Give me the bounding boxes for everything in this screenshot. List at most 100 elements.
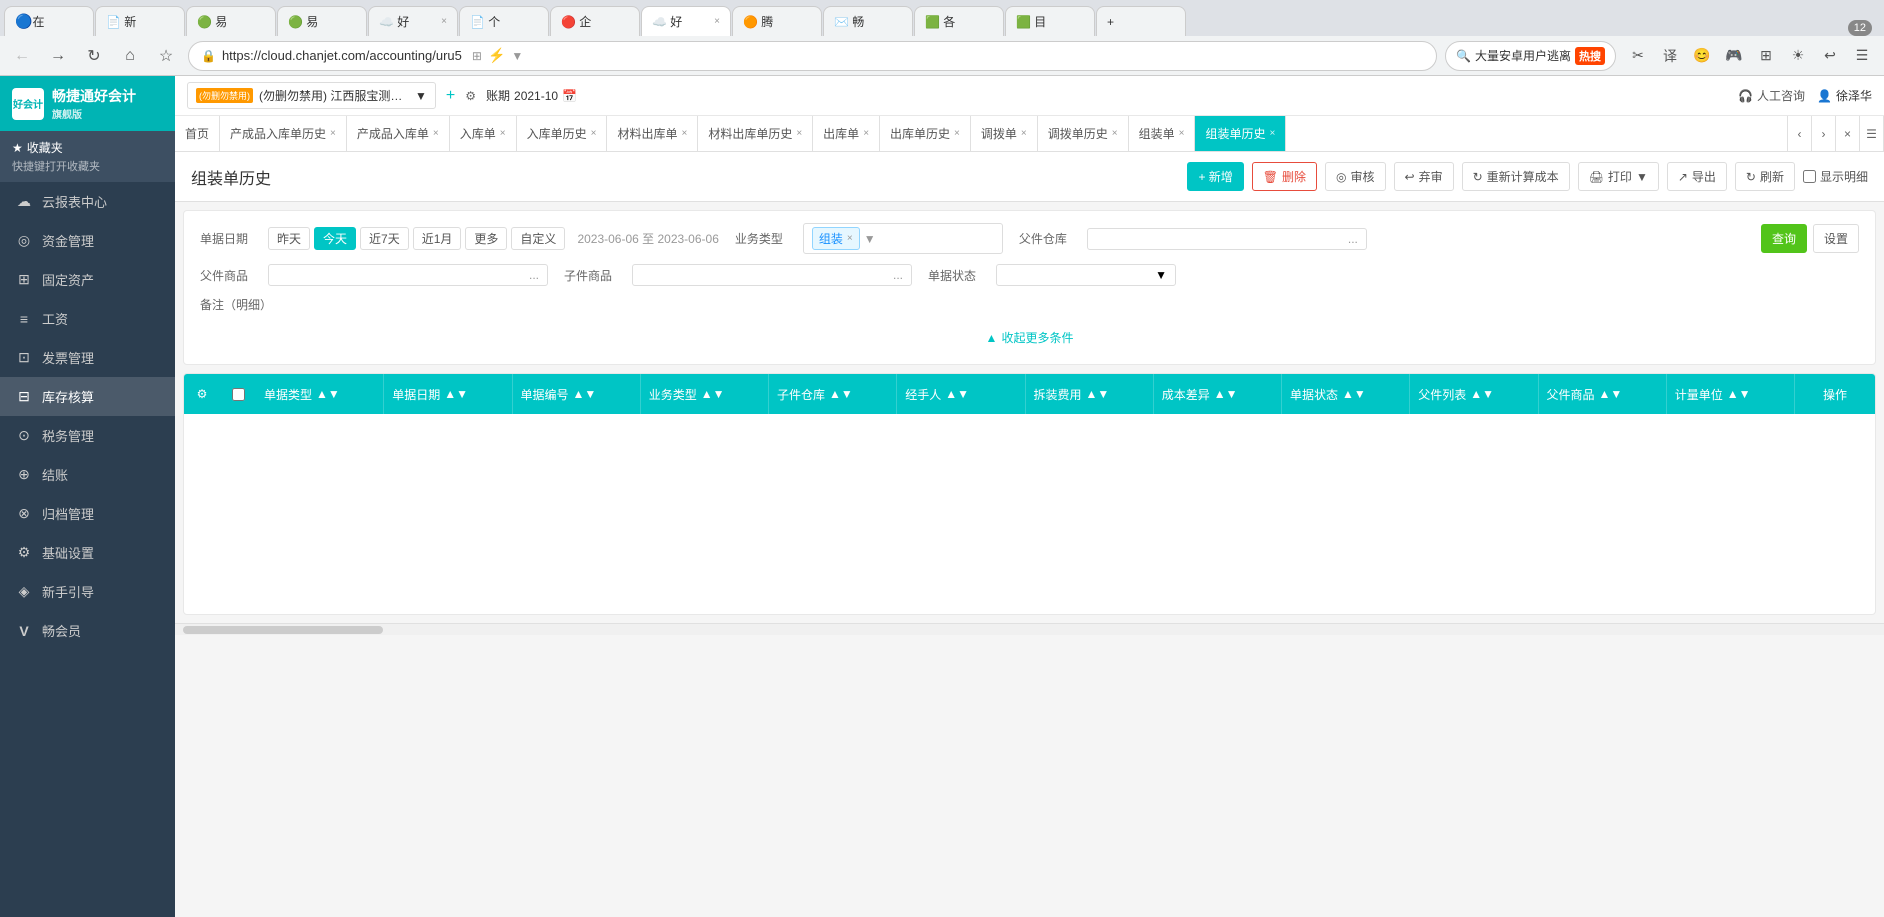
- nav-tab-in-hist[interactable]: 入库单历史 ×: [517, 116, 608, 152]
- url-dropdown-icon[interactable]: ▼: [511, 49, 523, 63]
- th-number[interactable]: 单据编号 ▲▼: [513, 374, 641, 414]
- new-tab-button[interactable]: +: [1096, 6, 1186, 36]
- biz-type-input[interactable]: 组装 × ▼: [803, 223, 1003, 254]
- browser-tab-10[interactable]: ✉️ 畅: [823, 6, 913, 36]
- nav-tab-in[interactable]: 入库单 ×: [450, 116, 517, 152]
- menu-btn[interactable]: ☰: [1848, 42, 1876, 70]
- search-bar[interactable]: 🔍 大量安卓用户逃离 热搜: [1445, 41, 1616, 71]
- browser-tab-9[interactable]: 🟠 腾: [732, 6, 822, 36]
- sidebar-item-guide[interactable]: ◈ 新手引导: [0, 572, 175, 611]
- nav-tab-close-out[interactable]: ×: [863, 128, 869, 139]
- refresh-button[interactable]: ↻ 刷新: [1735, 162, 1795, 191]
- nav-tabs-more[interactable]: ☰: [1860, 116, 1884, 152]
- browser-tab-1[interactable]: 🔵 在: [4, 6, 94, 36]
- undo-btn[interactable]: ↩: [1816, 42, 1844, 70]
- nav-tab-transfer-hist[interactable]: 调拨单历史 ×: [1038, 116, 1129, 152]
- sun-btn[interactable]: ☀: [1784, 42, 1812, 70]
- favorites-section[interactable]: ★ 收藏夹 快捷键打开收藏夹: [0, 131, 175, 182]
- nav-tab-close-in[interactable]: ×: [500, 128, 506, 139]
- browser-tab-5[interactable]: ☁️ 好 ×: [368, 6, 458, 36]
- nav-tab-mat-out[interactable]: 材料出库单 ×: [607, 116, 698, 152]
- nav-tab-close-out-hist[interactable]: ×: [954, 128, 960, 139]
- nav-tabs-right[interactable]: ›: [1812, 116, 1836, 152]
- period-selector[interactable]: 账期 2021-10 📅: [486, 87, 577, 104]
- table-select-all[interactable]: [220, 388, 256, 401]
- nav-tab-close-in-hist[interactable]: ×: [591, 128, 597, 139]
- abandon-button[interactable]: ↩ 弃审: [1394, 162, 1454, 191]
- export-button[interactable]: ↗ 导出: [1667, 162, 1727, 191]
- scissors-btn[interactable]: ✂: [1624, 42, 1652, 70]
- browser-tab-4[interactable]: 🟢 易: [277, 6, 367, 36]
- parent-warehouse-input[interactable]: ...: [1087, 228, 1367, 250]
- th-sub-warehouse[interactable]: 子件仓库 ▲▼: [769, 374, 897, 414]
- home-button[interactable]: ⌂: [116, 42, 144, 70]
- nav-tab-prod-in-hist[interactable]: 产成品入库单历史 ×: [220, 116, 347, 152]
- status-select[interactable]: ▼: [996, 264, 1176, 286]
- nav-tab-close-mat-out-hist[interactable]: ×: [796, 128, 802, 139]
- browser-tab-8[interactable]: ☁️ 好 ×: [641, 6, 731, 36]
- recalc-button[interactable]: ↻ 重新计算成本: [1462, 162, 1570, 191]
- service-action[interactable]: 🎧 人工咨询: [1738, 87, 1805, 104]
- print-button[interactable]: 🖨 打印 ▼: [1578, 162, 1659, 191]
- th-cost-diff[interactable]: 成本差异 ▲▼: [1154, 374, 1282, 414]
- sidebar-item-fund[interactable]: ◎ 资金管理: [0, 221, 175, 260]
- nav-tabs-left[interactable]: ‹: [1788, 116, 1812, 152]
- reload-button[interactable]: ↻: [80, 42, 108, 70]
- settings-btn[interactable]: 设置: [1813, 224, 1859, 253]
- browser-tab-7[interactable]: 🔴 企: [550, 6, 640, 36]
- browser-tab-12[interactable]: 🟩 目: [1005, 6, 1095, 36]
- nav-tab-prod-in[interactable]: 产成品入库单 ×: [347, 116, 450, 152]
- nav-tab-close-assemble-hist[interactable]: ×: [1269, 128, 1275, 139]
- nav-tab-close-transfer[interactable]: ×: [1021, 128, 1027, 139]
- browser-tab-2[interactable]: 📄 新: [95, 6, 185, 36]
- sidebar-item-settle[interactable]: ⊕ 结账: [0, 455, 175, 494]
- nav-tab-close-prod-in-hist[interactable]: ×: [330, 128, 336, 139]
- back-button[interactable]: ←: [8, 42, 36, 70]
- th-biz-type[interactable]: 业务类型 ▲▼: [641, 374, 769, 414]
- grid-btn[interactable]: ⊞: [1752, 42, 1780, 70]
- url-bar[interactable]: 🔒 https://cloud.chanjet.com/accounting/u…: [188, 41, 1437, 71]
- nav-tab-close-prod-in[interactable]: ×: [433, 128, 439, 139]
- parent-warehouse-more[interactable]: ...: [1348, 232, 1358, 246]
- collapse-bar[interactable]: ▲ 收起更多条件: [200, 323, 1859, 352]
- company-selector[interactable]: (勿删勿禁用) (勿删勿禁用) 江西服宝测试专用 ▼: [187, 82, 436, 109]
- nav-tab-close-assemble[interactable]: ×: [1179, 128, 1185, 139]
- th-parent-list[interactable]: 父件列表 ▲▼: [1410, 374, 1538, 414]
- game-btn[interactable]: 🎮: [1720, 42, 1748, 70]
- biz-type-tag-close[interactable]: ×: [847, 233, 853, 244]
- nav-tab-home[interactable]: 首页: [175, 116, 220, 152]
- sidebar-item-basic-settings[interactable]: ⚙ 基础设置: [0, 533, 175, 572]
- sidebar-item-tax[interactable]: ⊙ 税务管理: [0, 416, 175, 455]
- nav-tab-mat-out-hist[interactable]: 材料出库单历史 ×: [698, 116, 813, 152]
- audit-button[interactable]: ◎ 审核: [1325, 162, 1386, 191]
- new-button[interactable]: + 新增: [1187, 162, 1243, 191]
- th-handler[interactable]: 经手人 ▲▼: [897, 374, 1025, 414]
- nav-tab-assemble-hist[interactable]: 组装单历史 ×: [1195, 116, 1286, 152]
- date-btn-more[interactable]: 更多: [465, 227, 507, 250]
- browser-tab-6[interactable]: 📄 个: [459, 6, 549, 36]
- nav-tab-transfer[interactable]: 调拨单 ×: [971, 116, 1038, 152]
- query-button[interactable]: 查询: [1761, 224, 1807, 253]
- horizontal-scrollbar[interactable]: [175, 623, 1884, 635]
- settings-company-icon[interactable]: ⚙: [465, 89, 476, 103]
- select-all-checkbox[interactable]: [232, 388, 245, 401]
- delete-button[interactable]: 🗑 删除: [1252, 162, 1317, 191]
- show-detail-label[interactable]: 显示明细: [1803, 168, 1868, 185]
- sidebar-item-member[interactable]: V 畅会员: [0, 611, 175, 650]
- sidebar-item-salary[interactable]: ≡ 工资: [0, 299, 175, 338]
- th-unit[interactable]: 计量单位 ▲▼: [1667, 374, 1795, 414]
- translate-btn[interactable]: 译: [1656, 42, 1684, 70]
- th-status[interactable]: 单据状态 ▲▼: [1282, 374, 1410, 414]
- biz-type-dropdown[interactable]: ▼: [864, 232, 876, 246]
- sidebar-item-fixed-asset[interactable]: ⊞ 固定资产: [0, 260, 175, 299]
- th-parent-goods[interactable]: 父件商品 ▲▼: [1539, 374, 1667, 414]
- sidebar-item-archive[interactable]: ⊗ 归档管理: [0, 494, 175, 533]
- browser-tab-11[interactable]: 🟩 各: [914, 6, 1004, 36]
- date-btn-custom[interactable]: 自定义: [511, 227, 565, 250]
- parent-goods-more[interactable]: ...: [529, 268, 539, 282]
- date-btn-1month[interactable]: 近1月: [413, 227, 462, 250]
- scrollbar-thumb[interactable]: [183, 626, 383, 634]
- date-btn-today[interactable]: 今天: [314, 227, 356, 250]
- sidebar-item-inventory[interactable]: ⊟ 库存核算: [0, 377, 175, 416]
- child-goods-input[interactable]: ...: [632, 264, 912, 286]
